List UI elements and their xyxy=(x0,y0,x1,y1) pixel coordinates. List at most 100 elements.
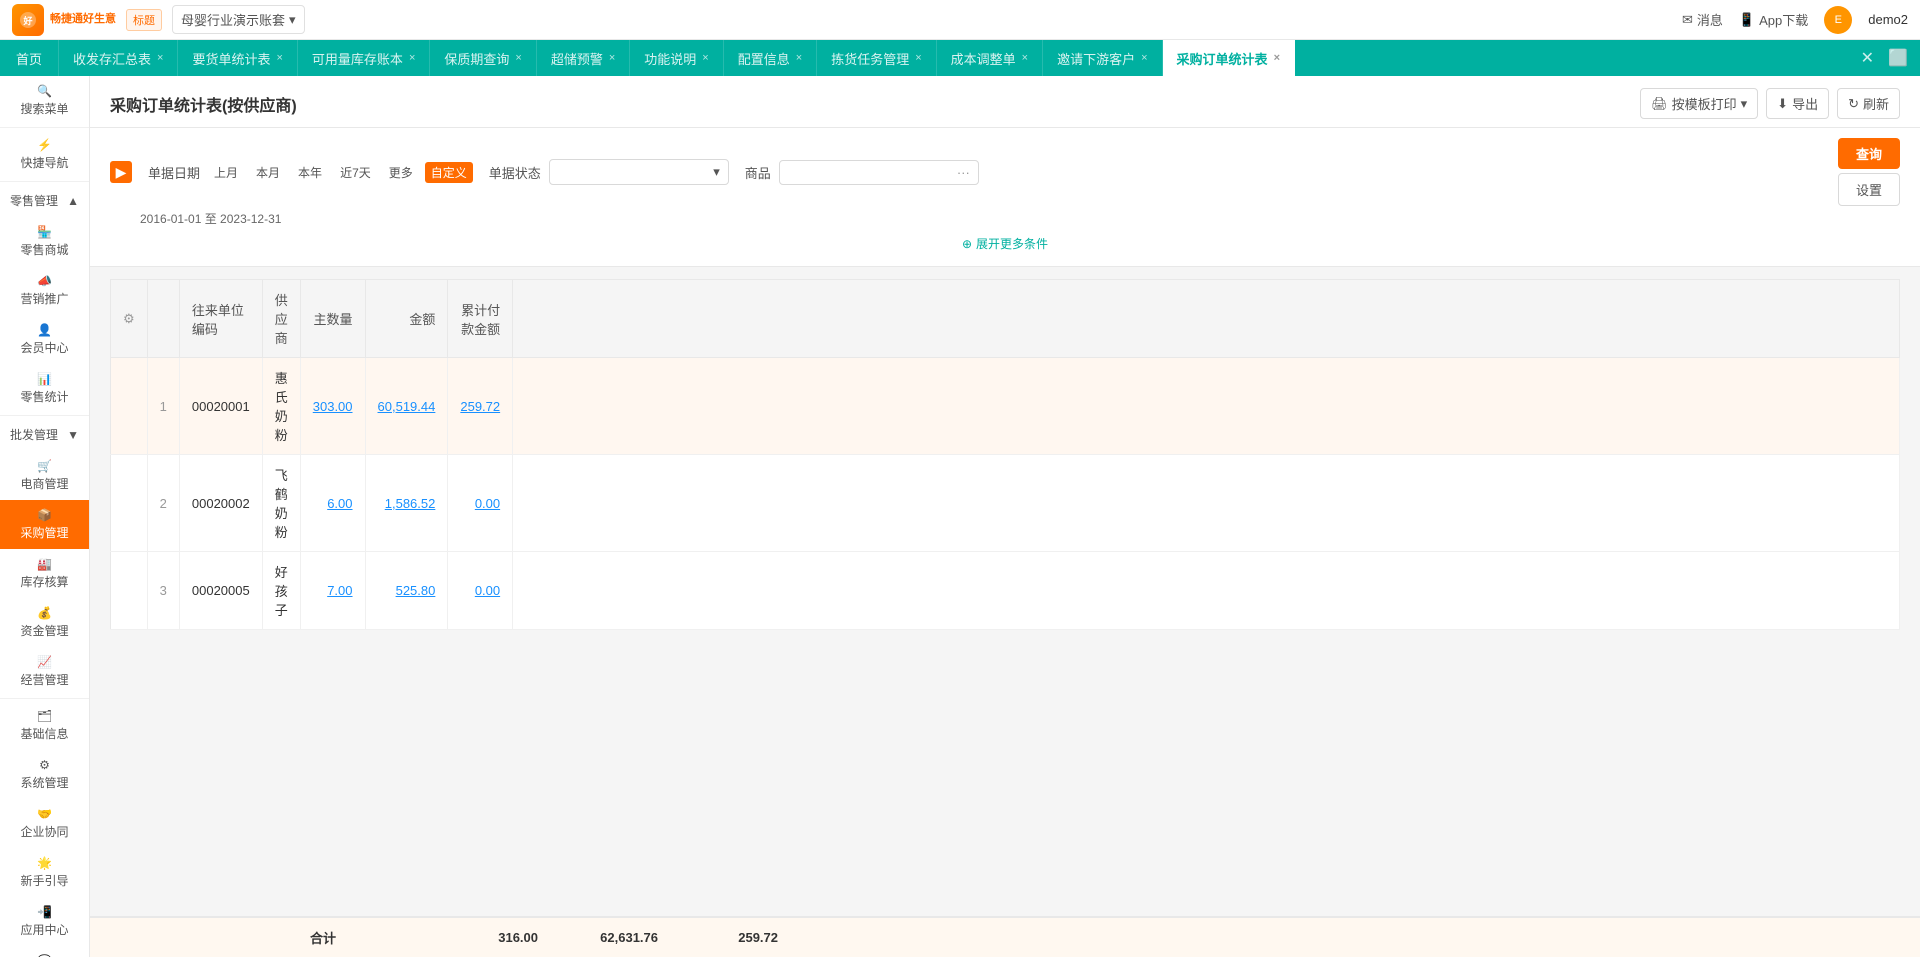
tab-receive-close[interactable]: × xyxy=(157,52,163,64)
search-icon: 🔍 xyxy=(37,84,52,98)
table-settings-icon[interactable]: ⚙ xyxy=(123,311,135,326)
expand-icon: ⊕ xyxy=(962,237,972,251)
paid-link-1[interactable]: 259.72 xyxy=(460,399,500,414)
qty-link-2[interactable]: 6.00 xyxy=(327,496,352,511)
page-actions: 🖨 按模板打印 ▾ ⬇ 导出 ↻ 刷新 xyxy=(1640,88,1900,119)
sidebar-item-newbie[interactable]: 🌟 新手引导 xyxy=(0,848,89,897)
date-options: 上月 本月 本年 近7天 更多 自定义 xyxy=(208,162,473,183)
paid-link-2[interactable]: 0.00 xyxy=(475,496,500,511)
paid-link-3[interactable]: 0.00 xyxy=(475,583,500,598)
amount-link-3[interactable]: 525.80 xyxy=(396,583,436,598)
tab-picking-close[interactable]: × xyxy=(915,52,921,64)
sidebar-item-inventory[interactable]: 🏭 库存核算 xyxy=(0,549,89,598)
tab-cost[interactable]: 成本调整单 × xyxy=(937,40,1043,76)
sidebar-item-system[interactable]: ⚙ 系统管理 xyxy=(0,750,89,799)
tab-available-close[interactable]: × xyxy=(409,52,415,64)
td-extra-1 xyxy=(513,358,1900,455)
amount-link-2[interactable]: 1,586.52 xyxy=(385,496,436,511)
nav-maximize-button[interactable]: ⬜ xyxy=(1884,44,1912,72)
app-download-button[interactable]: 📱 App下载 xyxy=(1739,10,1808,29)
tab-picking[interactable]: 拣货任务管理 × xyxy=(817,40,936,76)
goods-more-dots[interactable]: ··· xyxy=(957,165,970,180)
operations-label: 经营管理 xyxy=(20,671,68,688)
tab-config[interactable]: 配置信息 × xyxy=(724,40,817,76)
data-table: ⚙ 往来单位编码 供应商 主数量 金额 累计付款金额 1 xyxy=(110,279,1900,630)
tab-expiry-close[interactable]: × xyxy=(515,52,521,64)
date-custom-tag[interactable]: 自定义 xyxy=(425,162,473,183)
logo: 好 畅捷通好生意 xyxy=(12,4,116,36)
tab-overstock[interactable]: 超储预警 × xyxy=(537,40,630,76)
appcenter-icon: 📲 xyxy=(37,905,52,919)
sidebar-item-ecommerce[interactable]: 🛒 电商管理 xyxy=(0,451,89,500)
qty-link-1[interactable]: 303.00 xyxy=(313,399,353,414)
sidebar-item-wholesale[interactable]: 批发管理 ▼ xyxy=(0,418,89,451)
sidebar-item-wechat[interactable]: 💬 企业微信 xyxy=(0,946,89,957)
nav-close-all-button[interactable]: ✕ xyxy=(1857,44,1878,72)
export-button[interactable]: ⬇ 导出 xyxy=(1766,88,1829,119)
sidebar-item-enterprise[interactable]: 🤝 企业协同 xyxy=(0,799,89,848)
tab-purchase-order-close[interactable]: × xyxy=(1274,52,1280,64)
print-button[interactable]: 🖨 按模板打印 ▾ xyxy=(1640,88,1758,119)
status-select[interactable]: ▾ xyxy=(549,159,729,185)
footer-paid: 259.72 xyxy=(670,930,790,945)
tab-cost-close[interactable]: × xyxy=(1022,52,1028,64)
sidebar-item-appcenter[interactable]: 📲 应用中心 xyxy=(0,897,89,946)
refresh-button[interactable]: ↻ 刷新 xyxy=(1837,88,1900,119)
breadcrumb-tag: 标题 xyxy=(126,9,162,31)
sidebar-item-basic[interactable]: 🗂 基础信息 xyxy=(0,701,89,750)
tab-expiry[interactable]: 保质期查询 × xyxy=(430,40,536,76)
date-opt-7days[interactable]: 近7天 xyxy=(334,162,377,183)
filter-collapse-button[interactable]: ▶ xyxy=(110,161,132,183)
tab-purchase-stat[interactable]: 要货单统计表 × xyxy=(178,40,297,76)
workspace-selector[interactable]: 母婴行业演示账套 ▾ xyxy=(172,5,305,34)
page-header: 采购订单统计表(按供应商) 🖨 按模板打印 ▾ ⬇ 导出 ↻ 刷新 xyxy=(90,76,1920,128)
sidebar-item-marketing[interactable]: 📣 营销推广 xyxy=(0,266,89,315)
sidebar-item-retail-shop[interactable]: 🏪 零售商城 xyxy=(0,217,89,266)
tab-purchase-stat-label: 要货单统计表 xyxy=(192,49,270,68)
tab-overstock-close[interactable]: × xyxy=(609,52,615,64)
export-label: 导出 xyxy=(1792,94,1818,113)
goods-input[interactable]: ··· xyxy=(779,160,979,185)
tab-config-close[interactable]: × xyxy=(796,52,802,64)
sidebar-search[interactable]: 🔍 搜索菜单 xyxy=(0,76,89,125)
amount-link-1[interactable]: 60,519.44 xyxy=(378,399,436,414)
marketing-icon: 📣 xyxy=(37,274,52,288)
tab-invite-close[interactable]: × xyxy=(1141,52,1147,64)
refresh-icon: ↻ xyxy=(1848,96,1859,112)
filter-settings-button[interactable]: 设置 xyxy=(1838,173,1900,206)
qty-link-3[interactable]: 7.00 xyxy=(327,583,352,598)
tab-help-close[interactable]: × xyxy=(702,52,708,64)
td-amount-3: 525.80 xyxy=(365,552,448,630)
quick-nav-icon: ⚡ xyxy=(37,138,52,152)
td-num-3: 3 xyxy=(147,552,179,630)
sidebar-item-retail[interactable]: 零售管理 ▲ xyxy=(0,184,89,217)
tab-receive[interactable]: 收发存汇总表 × xyxy=(59,40,178,76)
wholesale-label: 批发管理 xyxy=(10,426,58,443)
tab-invite[interactable]: 邀请下游客户 × xyxy=(1043,40,1162,76)
sidebar-item-operations[interactable]: 📈 经营管理 xyxy=(0,647,89,696)
sidebar-item-purchase[interactable]: 📦 采购管理 xyxy=(0,500,89,549)
wholesale-expand-icon: ▼ xyxy=(67,428,79,442)
tab-available[interactable]: 可用量库存账本 × xyxy=(298,40,430,76)
message-button[interactable]: ✉ 消息 xyxy=(1682,10,1723,29)
query-button[interactable]: 查询 xyxy=(1838,138,1900,169)
date-opt-more[interactable]: 更多 xyxy=(383,162,419,183)
date-range-text: 2016-01-01 至 2023-12-31 xyxy=(140,212,281,226)
sidebar-item-quick-nav[interactable]: ⚡ 快捷导航 xyxy=(0,130,89,179)
tab-purchase-stat-close[interactable]: × xyxy=(276,52,282,64)
date-opt-this-month[interactable]: 本月 xyxy=(250,162,286,183)
sidebar-item-finance[interactable]: 💰 资金管理 xyxy=(0,598,89,647)
username[interactable]: demo2 xyxy=(1868,12,1908,27)
tab-purchase-order[interactable]: 采购订单统计表 × xyxy=(1163,40,1295,76)
td-amount-1: 60,519.44 xyxy=(365,358,448,455)
date-opt-this-year[interactable]: 本年 xyxy=(292,162,328,183)
td-extra-2 xyxy=(513,455,1900,552)
tab-help[interactable]: 功能说明 × xyxy=(630,40,723,76)
sidebar-item-membership[interactable]: 👤 会员中心 xyxy=(0,315,89,364)
td-supplier-2: 飞鹤奶粉 xyxy=(262,455,300,552)
tab-help-label: 功能说明 xyxy=(644,49,696,68)
tab-home[interactable]: 首页 xyxy=(0,40,59,76)
expand-more-button[interactable]: ⊕ 展开更多条件 xyxy=(110,231,1900,256)
sidebar-item-retail-stat[interactable]: 📊 零售统计 xyxy=(0,364,89,413)
date-opt-last-month[interactable]: 上月 xyxy=(208,162,244,183)
